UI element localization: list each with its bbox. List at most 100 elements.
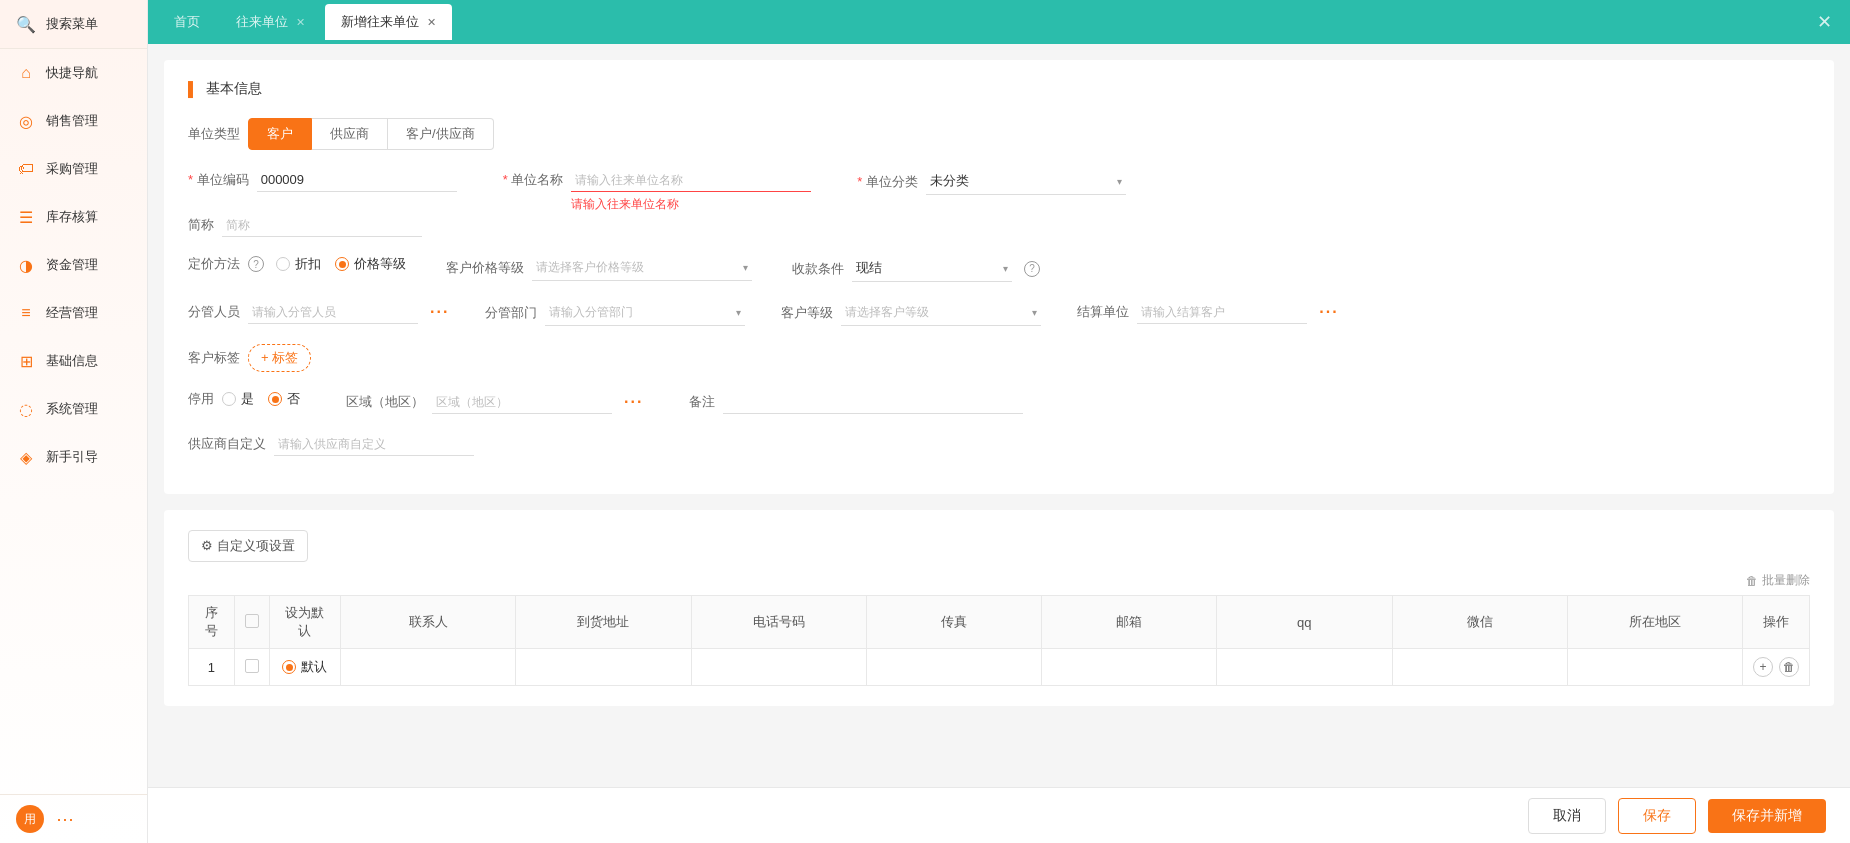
row-add-btn[interactable]: +: [1753, 657, 1773, 677]
unit-name-input[interactable]: [571, 168, 811, 192]
sidebar-item-label: 基础信息: [46, 352, 98, 370]
window-close-button[interactable]: ✕: [1809, 7, 1840, 37]
chevron-down-icon5: ▾: [1032, 307, 1037, 318]
disabled-yes-option[interactable]: 是: [222, 390, 254, 408]
row-address-cell: [516, 649, 691, 686]
payment-terms-select[interactable]: 现结 ▾: [852, 255, 1012, 282]
manager-label: 分管人员: [188, 303, 240, 321]
tab-contacts[interactable]: 往来单位 ✕: [220, 4, 321, 40]
row-address-input[interactable]: [526, 660, 680, 675]
sidebar-item-label: 系统管理: [46, 400, 98, 418]
tab-contacts-close[interactable]: ✕: [296, 16, 305, 29]
disabled-no-option[interactable]: 否: [268, 390, 300, 408]
sidebar: 🔍 搜索菜单 ⌂ 快捷导航 ◎ 销售管理 🏷 采购管理 ☰ 库存核算 ◑ 资金管…: [0, 0, 148, 843]
sidebar-item-basics[interactable]: ⊞ 基础信息: [0, 337, 147, 385]
pricing-help-icon[interactable]: ?: [248, 256, 264, 272]
row-delete-btn[interactable]: 🗑: [1779, 657, 1799, 677]
unit-type-both-btn[interactable]: 客户/供应商: [388, 118, 494, 150]
disabled-no-radio[interactable]: [268, 392, 282, 406]
unit-type-row: 单位类型 客户 供应商 客户/供应商: [188, 118, 1810, 150]
pricing-discount-radio[interactable]: [276, 257, 290, 271]
tab-new-contact[interactable]: 新增往来单位 ✕: [325, 4, 452, 40]
col-actions: 操作: [1742, 596, 1809, 649]
custom-settings-button[interactable]: ⚙ 自定义项设置: [188, 530, 308, 562]
contacts-card: ⚙ 自定义项设置 🗑 批量删除 序号 设为默认 联系人: [164, 510, 1834, 706]
row-email-input[interactable]: [1052, 660, 1206, 675]
col-default: 设为默认: [269, 596, 340, 649]
customer-level-field: 客户等级 请选择客户等级 ▾: [781, 300, 1041, 326]
pricing-level-radio[interactable]: [335, 257, 349, 271]
region-input[interactable]: [432, 390, 612, 414]
section-icon: ▌: [188, 81, 198, 97]
sidebar-item-label: 库存核算: [46, 208, 98, 226]
sidebar-bottom-icon2[interactable]: ⋯: [56, 808, 74, 830]
tab-home[interactable]: 首页: [158, 4, 216, 40]
col-fax: 传真: [866, 596, 1041, 649]
pricing-level-option[interactable]: 价格等级: [335, 255, 406, 273]
manager-more-btn[interactable]: ···: [430, 303, 449, 321]
row-wechat-input[interactable]: [1403, 660, 1557, 675]
custom-settings-row: ⚙ 自定义项设置: [188, 530, 1810, 562]
unit-category-field: 单位分类 未分类 ▾: [857, 168, 1126, 195]
row-contact-cell: [341, 649, 516, 686]
manager-input[interactable]: [248, 300, 418, 324]
sidebar-item-guide[interactable]: ◈ 新手引导: [0, 433, 147, 481]
sidebar-search[interactable]: 🔍 搜索菜单: [0, 0, 147, 49]
row-phone-input[interactable]: [702, 660, 856, 675]
row-checkbox[interactable]: [245, 659, 259, 673]
row-default-radio[interactable]: [282, 660, 296, 674]
row-region-input[interactable]: [1578, 660, 1732, 675]
row-phone-cell: [691, 649, 866, 686]
finance-icon: ◑: [16, 255, 36, 275]
customer-price-level-select[interactable]: 请选择客户价格等级 ▾: [532, 255, 752, 281]
unit-code-field: 单位编码: [188, 168, 457, 192]
row-fax-input[interactable]: [877, 660, 1031, 675]
tab-new-contact-close[interactable]: ✕: [427, 16, 436, 29]
table-actions: 🗑 批量删除: [188, 572, 1810, 589]
add-tag-button[interactable]: + 标签: [248, 344, 311, 372]
col-wechat: 微信: [1392, 596, 1567, 649]
supplier-custom-input[interactable]: [274, 432, 474, 456]
user-avatar[interactable]: 用: [16, 805, 44, 833]
content-area: ▌ 基本信息 单位类型 客户 供应商 客户/供应商 单位编码: [148, 44, 1850, 787]
tab-new-contact-label: 新增往来单位: [341, 13, 419, 31]
row-default-radio-item[interactable]: 默认: [280, 658, 330, 676]
settlement-more-btn[interactable]: ···: [1319, 303, 1338, 321]
remarks-input[interactable]: [723, 390, 1023, 414]
settlement-unit-input[interactable]: [1137, 300, 1307, 324]
sidebar-item-system[interactable]: ◌ 系统管理: [0, 385, 147, 433]
unit-type-supplier-btn[interactable]: 供应商: [312, 118, 388, 150]
pricing-row: 定价方法 ? 折扣 价格等级 客户价格等级: [188, 255, 1810, 282]
col-email: 邮箱: [1041, 596, 1216, 649]
row-qq-input[interactable]: [1227, 660, 1381, 675]
delete-icon: 🗑: [1746, 574, 1758, 588]
supplier-custom-field: 供应商自定义: [188, 432, 474, 456]
unit-code-input[interactable]: [257, 168, 457, 192]
customer-level-select[interactable]: 请选择客户等级 ▾: [841, 300, 1041, 326]
sidebar-item-purchase[interactable]: 🏷 采购管理: [0, 145, 147, 193]
customer-price-level-placeholder: 请选择客户价格等级: [536, 259, 644, 276]
batch-delete-button[interactable]: 🗑 批量删除: [1746, 572, 1810, 589]
col-region: 所在地区: [1567, 596, 1742, 649]
sidebar-item-inventory[interactable]: ☰ 库存核算: [0, 193, 147, 241]
select-all-checkbox[interactable]: [245, 614, 259, 628]
payment-help-icon[interactable]: ?: [1024, 261, 1040, 277]
row-email-cell: [1041, 649, 1216, 686]
home-icon: ⌂: [16, 63, 36, 83]
abbreviation-input[interactable]: [222, 213, 422, 237]
sidebar-item-quick-nav[interactable]: ⌂ 快捷导航: [0, 49, 147, 97]
unit-type-customer-btn[interactable]: 客户: [248, 118, 312, 150]
save-new-button[interactable]: 保存并新增: [1708, 799, 1826, 833]
department-select[interactable]: 请输入分管部门 ▾: [545, 300, 745, 326]
sidebar-item-finance[interactable]: ◑ 资金管理: [0, 241, 147, 289]
disabled-yes-radio[interactable]: [222, 392, 236, 406]
row-contact-input[interactable]: [351, 660, 505, 675]
sidebar-item-sales[interactable]: ◎ 销售管理: [0, 97, 147, 145]
cancel-button[interactable]: 取消: [1528, 798, 1606, 834]
basic-info-card: ▌ 基本信息 单位类型 客户 供应商 客户/供应商 单位编码: [164, 60, 1834, 494]
unit-category-select[interactable]: 未分类 ▾: [926, 168, 1126, 195]
sidebar-item-operations[interactable]: ≡ 经营管理: [0, 289, 147, 337]
save-button[interactable]: 保存: [1618, 798, 1696, 834]
region-more-btn[interactable]: ···: [624, 393, 643, 411]
pricing-discount-option[interactable]: 折扣: [276, 255, 321, 273]
